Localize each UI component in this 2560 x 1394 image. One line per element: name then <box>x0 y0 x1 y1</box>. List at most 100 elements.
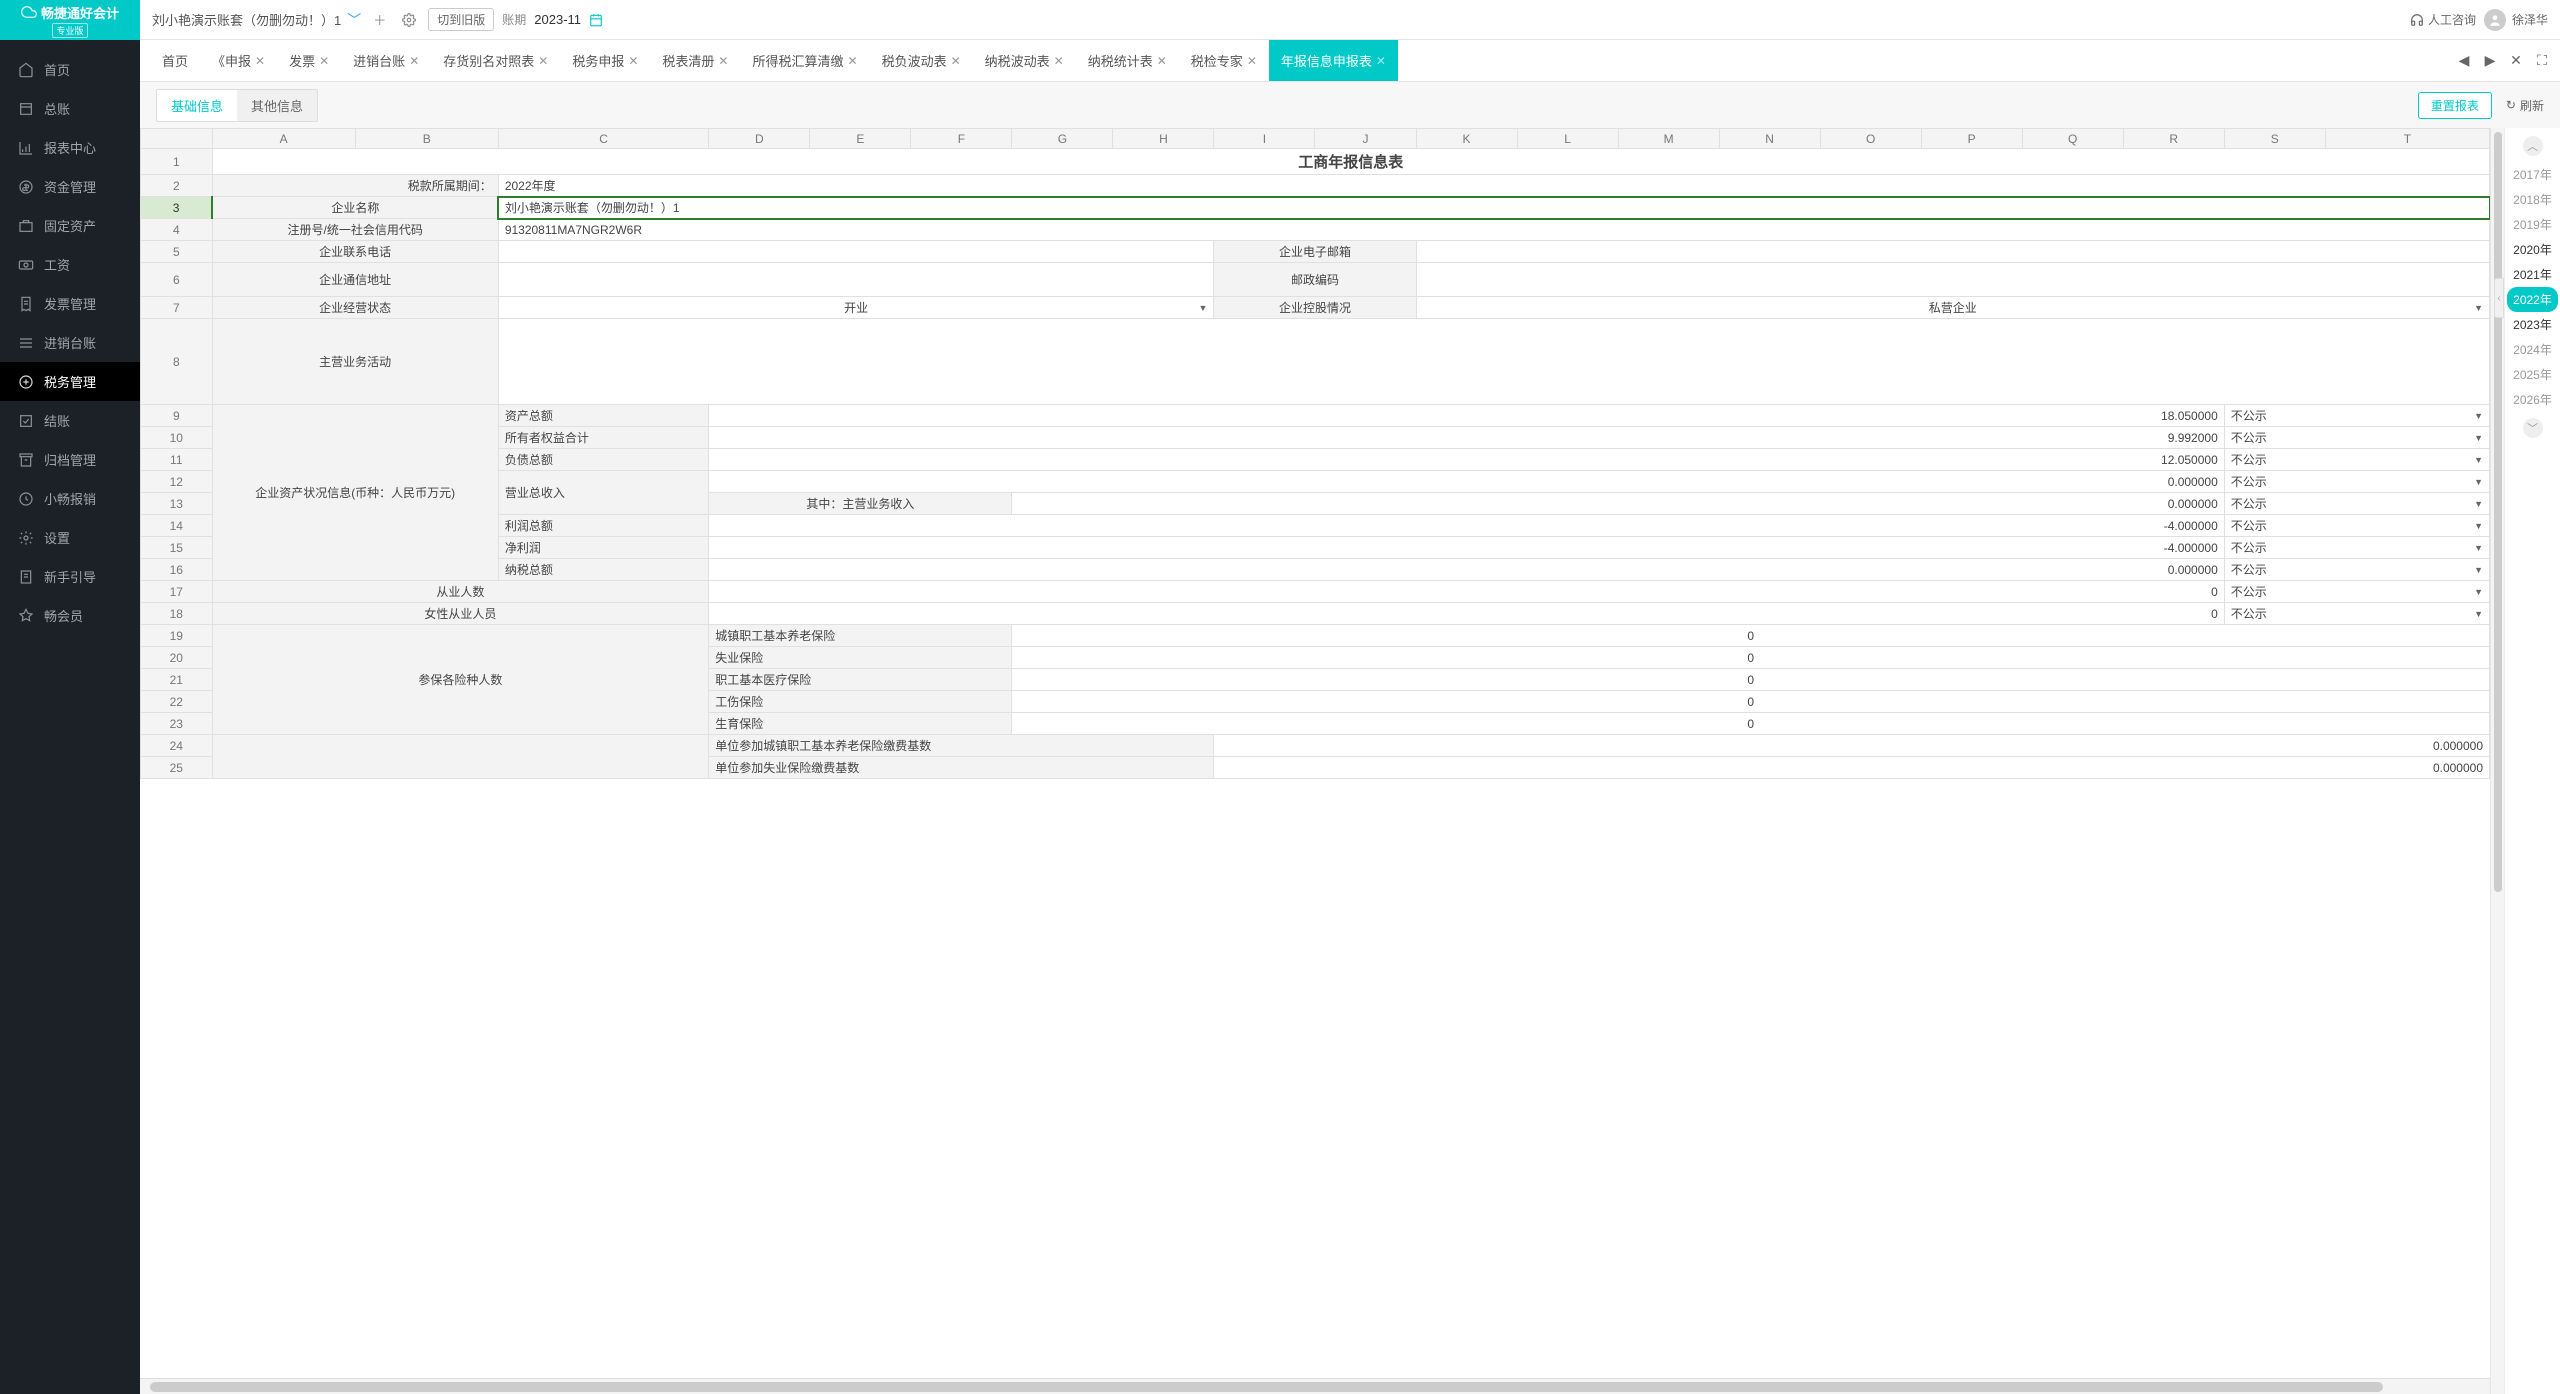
row-header[interactable]: 12 <box>141 471 213 493</box>
tab[interactable]: 税务申报✕ <box>560 40 650 81</box>
tab-close-icon[interactable]: ✕ <box>538 54 548 68</box>
switch-old-button[interactable]: 切到旧版 <box>428 8 494 31</box>
support-link[interactable]: 人工咨询 <box>2410 11 2476 28</box>
tab[interactable]: 发票✕ <box>277 40 341 81</box>
col-header[interactable]: F <box>911 129 1012 149</box>
row-header[interactable]: 3 <box>141 197 213 219</box>
subtab[interactable]: 基础信息 <box>157 90 237 121</box>
col-header[interactable]: H <box>1113 129 1214 149</box>
col-header[interactable]: P <box>1921 129 2022 149</box>
year-item[interactable]: 2020年 <box>2507 237 2558 262</box>
reset-button[interactable]: 重置报表 <box>2418 92 2492 119</box>
sidebar-item-psi[interactable]: 进销台账 <box>0 323 140 362</box>
row-header[interactable]: 24 <box>141 735 213 757</box>
col-header[interactable]: N <box>1719 129 1820 149</box>
tab[interactable]: 进销台账✕ <box>341 40 431 81</box>
publish-select[interactable]: 不公示 <box>2224 603 2489 625</box>
year-item[interactable]: 2019年 <box>2507 212 2558 237</box>
tab-close-icon[interactable]: ✕ <box>1157 54 1167 68</box>
tab-close-all-icon[interactable]: ✕ <box>2506 51 2526 71</box>
subtab[interactable]: 其他信息 <box>237 90 317 121</box>
year-down-icon[interactable]: ﹀ <box>2523 418 2543 438</box>
fin-value[interactable]: -4.000000 <box>709 515 2224 537</box>
tab[interactable]: 税检专家✕ <box>1179 40 1269 81</box>
col-header[interactable]: E <box>810 129 911 149</box>
row-header[interactable]: 23 <box>141 713 213 735</box>
fin-value[interactable]: 9.992000 <box>709 427 2224 449</box>
row-header[interactable]: 20 <box>141 647 213 669</box>
row-header[interactable]: 16 <box>141 559 213 581</box>
tab[interactable]: 税表清册✕ <box>650 40 740 81</box>
col-header[interactable]: A <box>212 129 355 149</box>
account-selector[interactable]: 刘小艳演示账套（勿删勿动！）1 ﹀ <box>152 10 361 30</box>
col-header[interactable]: T <box>2325 129 2489 149</box>
row-header[interactable]: 17 <box>141 581 213 603</box>
email-value[interactable] <box>1416 241 2490 263</box>
col-header[interactable]: C <box>498 129 708 149</box>
sidebar-item-tax[interactable]: 税务管理 <box>0 362 140 401</box>
sidebar-item-xc[interactable]: 小畅报销 <box>0 479 140 518</box>
year-item[interactable]: 2023年 <box>2507 312 2558 337</box>
calendar-icon[interactable] <box>589 13 603 27</box>
year-item[interactable]: 2025年 <box>2507 362 2558 387</box>
tab-close-icon[interactable]: ✕ <box>848 54 858 68</box>
row-header[interactable]: 13 <box>141 493 213 515</box>
holding-select[interactable]: 私营企业 <box>1416 297 2490 319</box>
sidebar-item-fund[interactable]: 资金管理 <box>0 167 140 206</box>
sidebar-item-chart[interactable]: 报表中心 <box>0 128 140 167</box>
postcode-value[interactable] <box>1416 263 2490 297</box>
row-header[interactable]: 19 <box>141 625 213 647</box>
sidebar-item-vip[interactable]: 畅会员 <box>0 596 140 635</box>
tab-close-icon[interactable]: ✕ <box>1247 54 1257 68</box>
row-header[interactable]: 18 <box>141 603 213 625</box>
row-header[interactable]: 11 <box>141 449 213 471</box>
sidebar-item-settings[interactable]: 设置 <box>0 518 140 557</box>
fin-value[interactable]: 12.050000 <box>709 449 2224 471</box>
row-header[interactable]: 7 <box>141 297 213 319</box>
horizontal-scrollbar[interactable] <box>140 1378 2490 1394</box>
row-header[interactable]: 15 <box>141 537 213 559</box>
tab-close-icon[interactable]: ✕ <box>628 54 638 68</box>
row-header[interactable]: 4 <box>141 219 213 241</box>
ins-value[interactable]: 0 <box>1012 691 2490 713</box>
row-header[interactable]: 25 <box>141 757 213 779</box>
col-header[interactable]: M <box>1618 129 1719 149</box>
year-item[interactable]: 2017年 <box>2507 162 2558 187</box>
tab-prev-icon[interactable]: ◀ <box>2454 51 2474 71</box>
base-value[interactable]: 0.000000 <box>1214 757 2490 779</box>
year-item[interactable]: 2022年 <box>2507 287 2558 312</box>
tab-close-icon[interactable]: ✕ <box>255 54 265 68</box>
fin-value[interactable]: 0.000000 <box>709 559 2224 581</box>
tab[interactable]: 税负波动表✕ <box>870 40 973 81</box>
sidebar-item-close-period[interactable]: 结账 <box>0 401 140 440</box>
col-header[interactable]: B <box>355 129 498 149</box>
col-header[interactable]: K <box>1416 129 1517 149</box>
employees-value[interactable]: 0 <box>709 581 2224 603</box>
addr-value[interactable] <box>498 263 1214 297</box>
sidebar-item-guide[interactable]: 新手引导 <box>0 557 140 596</box>
row-header[interactable]: 1 <box>141 149 213 175</box>
fin-sub-value[interactable]: 0.000000 <box>1012 493 2224 515</box>
tab[interactable]: 年报信息申报表✕ <box>1269 40 1398 81</box>
row-header[interactable]: 22 <box>141 691 213 713</box>
female-value[interactable]: 0 <box>709 603 2224 625</box>
row-header[interactable]: 10 <box>141 427 213 449</box>
col-header[interactable]: I <box>1214 129 1315 149</box>
refresh-button[interactable]: ↻ 刷新 <box>2506 97 2544 114</box>
status-select[interactable]: 开业 <box>498 297 1214 319</box>
col-header[interactable]: S <box>2224 129 2325 149</box>
base-value[interactable]: 0.000000 <box>1214 735 2490 757</box>
year-item[interactable]: 2026年 <box>2507 387 2558 412</box>
col-header[interactable]: Q <box>2022 129 2123 149</box>
publish-select[interactable]: 不公示 <box>2224 427 2489 449</box>
period-value[interactable]: 2023-11 <box>534 12 581 27</box>
publish-select[interactable]: 不公示 <box>2224 405 2489 427</box>
year-item[interactable]: 2021年 <box>2507 262 2558 287</box>
sidebar-item-asset[interactable]: 固定资产 <box>0 206 140 245</box>
tab-close-icon[interactable]: ✕ <box>1054 54 1064 68</box>
publish-select[interactable]: 不公示 <box>2224 449 2489 471</box>
publish-select[interactable]: 不公示 <box>2224 537 2489 559</box>
tab[interactable]: 所得税汇算清缴✕ <box>740 40 869 81</box>
sidebar-item-home[interactable]: 首页 <box>0 50 140 89</box>
row-header[interactable]: 8 <box>141 319 213 405</box>
